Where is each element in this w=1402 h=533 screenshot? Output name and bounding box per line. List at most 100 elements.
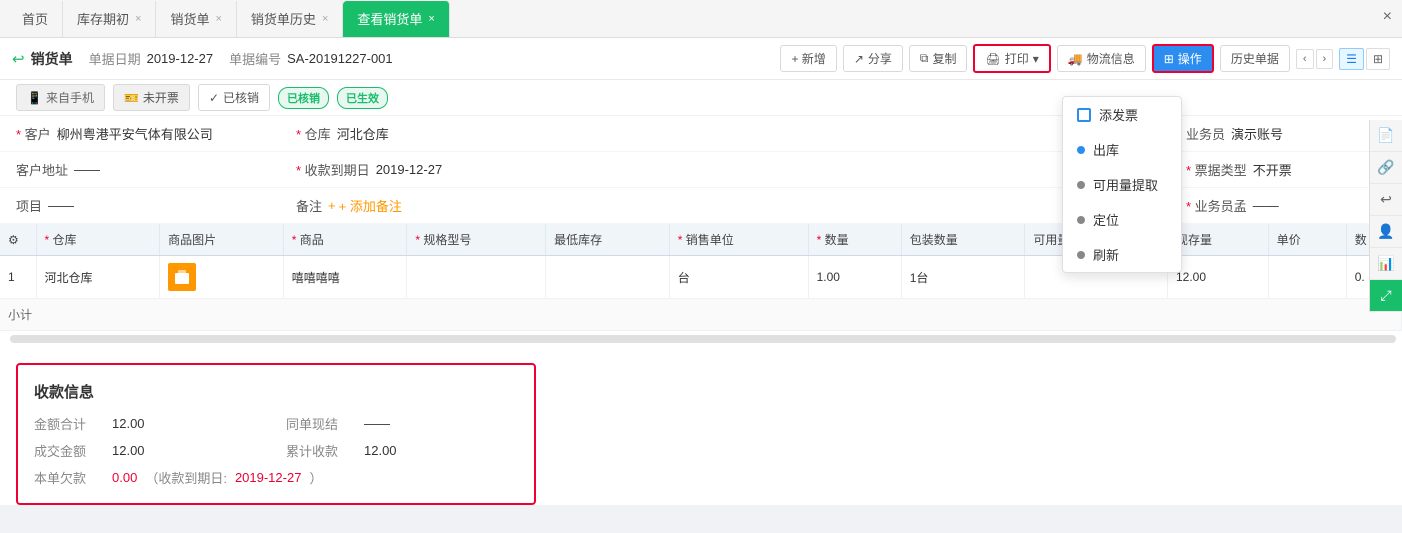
dropdown-add-invoice[interactable]: 添发票: [1063, 97, 1181, 132]
copy-button[interactable]: ⧉ 复制: [909, 45, 968, 72]
dropdown-available-qty[interactable]: 可用量提取: [1063, 167, 1181, 202]
tab-sales-history-close[interactable]: ×: [322, 13, 328, 25]
right-icon-doc[interactable]: 📄: [1370, 120, 1402, 152]
note-field: 备注 + + 添加备注: [296, 196, 496, 215]
ticket-icon: 🎫: [124, 91, 139, 105]
table-row: 1 河北仓库 嘻嘻嘻嘻 台 1.00 1台: [0, 256, 1402, 299]
share-button[interactable]: ↗ 分享: [843, 45, 903, 72]
project-field: 项目 ——: [16, 196, 216, 215]
address-field: 客户地址 ——: [16, 160, 216, 179]
cumulative-receipt-label: 累计收款: [286, 441, 356, 460]
from-phone-button[interactable]: 📱 来自手机: [16, 84, 105, 111]
doc-date-label: 单据日期: [89, 49, 141, 68]
tab-home[interactable]: 首页: [8, 1, 63, 37]
copy-icon: ⧉: [920, 51, 929, 66]
logistics-button[interactable]: 🚚 物流信息: [1057, 45, 1146, 72]
col-header-quantity: * 数量: [808, 224, 901, 256]
due-date-value: 2019-12-27: [235, 470, 302, 485]
row-warehouse: 河北仓库: [36, 256, 160, 299]
row-product-img: [160, 256, 284, 299]
payment-date-label: 收款到期日: [296, 160, 370, 179]
current-owe-value: 0.00: [112, 470, 137, 485]
col-header-warehouse: * 仓库: [36, 224, 160, 256]
address-value: ——: [74, 162, 100, 177]
tab-sales-order[interactable]: 销货单 ×: [156, 1, 236, 37]
dropdown-locate[interactable]: 定位: [1063, 202, 1181, 237]
right-icon-chart[interactable]: 📊: [1370, 248, 1402, 280]
payment-date-value: 2019-12-27: [376, 162, 443, 177]
tab-sales-history[interactable]: 销货单历史 ×: [237, 1, 343, 37]
due-date-suffix: ）: [309, 468, 379, 487]
operations-button[interactable]: ⊞ 操作: [1152, 44, 1214, 73]
plus-icon: +: [328, 198, 336, 213]
scrollbar[interactable]: [0, 331, 1402, 347]
same-settlement-value: ——: [364, 416, 390, 431]
add-note-button[interactable]: + + 添加备注: [328, 196, 402, 215]
payment-grid: 金额合计 12.00 同单现结 —— 成交金额 12.00 累计收款 12.00…: [34, 414, 518, 487]
tab-inventory-close[interactable]: ×: [135, 13, 141, 25]
transaction-amount-row: 成交金额 12.00: [34, 441, 266, 460]
print-button[interactable]: 🖨 打印 ▾: [973, 44, 1050, 73]
row-product: 嘻嘻嘻嘻: [283, 256, 407, 299]
new-button[interactable]: + 新增: [780, 45, 836, 72]
grid-view-button[interactable]: ⊞: [1366, 48, 1390, 70]
share-icon: ↗: [854, 52, 864, 66]
dropdown-ship-out[interactable]: 出库: [1063, 132, 1181, 167]
customer-value: 柳州粤港平安气体有限公司: [57, 124, 213, 143]
subtotal-label: 小计: [0, 299, 1402, 331]
truck-icon: 🚚: [1068, 52, 1083, 66]
staff-label: 业务员: [1186, 124, 1225, 143]
transaction-amount-value: 12.00: [112, 443, 145, 458]
doc-number-field: 单据编号 SA-20191227-001: [229, 49, 393, 68]
available-qty-icon: [1077, 181, 1085, 189]
verify-button[interactable]: ✓ 已核销: [198, 84, 270, 111]
staff2-field: 业务员孟 ——: [1186, 196, 1386, 215]
right-icon-expand[interactable]: ⤢: [1370, 280, 1402, 312]
prev-button[interactable]: ‹: [1296, 49, 1314, 69]
window-close-button[interactable]: ×: [1383, 8, 1392, 26]
warehouse-field: 仓库 河北仓库: [296, 124, 496, 143]
col-header-product-img: 商品图片: [160, 224, 284, 256]
dropdown-refresh[interactable]: 刷新: [1063, 237, 1181, 272]
history-button[interactable]: 历史单据: [1220, 45, 1290, 72]
transaction-amount-label: 成交金额: [34, 441, 104, 460]
warehouse-label: 仓库: [296, 124, 331, 143]
tab-inventory[interactable]: 库存期初 ×: [63, 1, 156, 37]
staff2-label: 业务员孟: [1186, 196, 1247, 215]
next-button[interactable]: ›: [1316, 49, 1334, 69]
phone-icon: 📱: [27, 91, 42, 105]
doc-number-label: 单据编号: [229, 49, 281, 68]
second-toolbar: 📱 来自手机 🎫 未开票 ✓ 已核销 已核销 已生效: [0, 80, 1402, 116]
col-header-unit-price: 单价: [1268, 224, 1346, 256]
tab-view-sales-close[interactable]: ×: [428, 13, 434, 25]
not-open-button[interactable]: 🎫 未开票: [113, 84, 190, 111]
right-icon-link[interactable]: 🔗: [1370, 152, 1402, 184]
check-icon: ✓: [209, 91, 219, 105]
customer-label: 客户: [16, 124, 51, 143]
payment-date-field: 收款到期日 2019-12-27: [296, 160, 496, 179]
tab-view-sales[interactable]: 查看销货单 ×: [343, 1, 449, 37]
col-header-spec: * 规格型号: [407, 224, 546, 256]
subtotal-row: 小计: [0, 299, 1402, 331]
form-row-2: 客户地址 —— 收款到期日 2019-12-27 票据类型 不开票: [0, 152, 1402, 188]
staff-field: 业务员 演示账号: [1186, 124, 1386, 143]
current-owe-label: 本单欠款: [34, 468, 104, 487]
doc-type: ↩ 销货单: [12, 49, 73, 69]
right-icon-back[interactable]: ↩: [1370, 184, 1402, 216]
row-pack-qty: 1台: [901, 256, 1025, 299]
locate-icon: [1077, 216, 1085, 224]
tab-sales-order-close[interactable]: ×: [215, 13, 221, 25]
grid-icon: ⊞: [1164, 52, 1174, 66]
ship-out-icon: [1077, 146, 1085, 154]
data-table: ⚙ * 仓库 商品图片 * 商品 * 规格型号 最低库存 * 销售单位 * 数量…: [0, 224, 1402, 331]
toolbar: ↩ 销货单 单据日期 2019-12-27 单据编号 SA-20191227-0…: [0, 38, 1402, 80]
row-quantity: 1.00: [808, 256, 901, 299]
col-header-unit: * 销售单位: [669, 224, 808, 256]
cumulative-receipt-row: 累计收款 12.00: [286, 441, 518, 460]
right-icon-user[interactable]: 👤: [1370, 216, 1402, 248]
print-dropdown-arrow: ▾: [1033, 52, 1039, 66]
table-header-row: ⚙ * 仓库 商品图片 * 商品 * 规格型号 最低库存 * 销售单位 * 数量…: [0, 224, 1402, 256]
list-view-button[interactable]: ☰: [1339, 48, 1364, 70]
same-settlement-row: 同单现结 ——: [286, 414, 518, 433]
doc-number-value: SA-20191227-001: [287, 51, 393, 66]
